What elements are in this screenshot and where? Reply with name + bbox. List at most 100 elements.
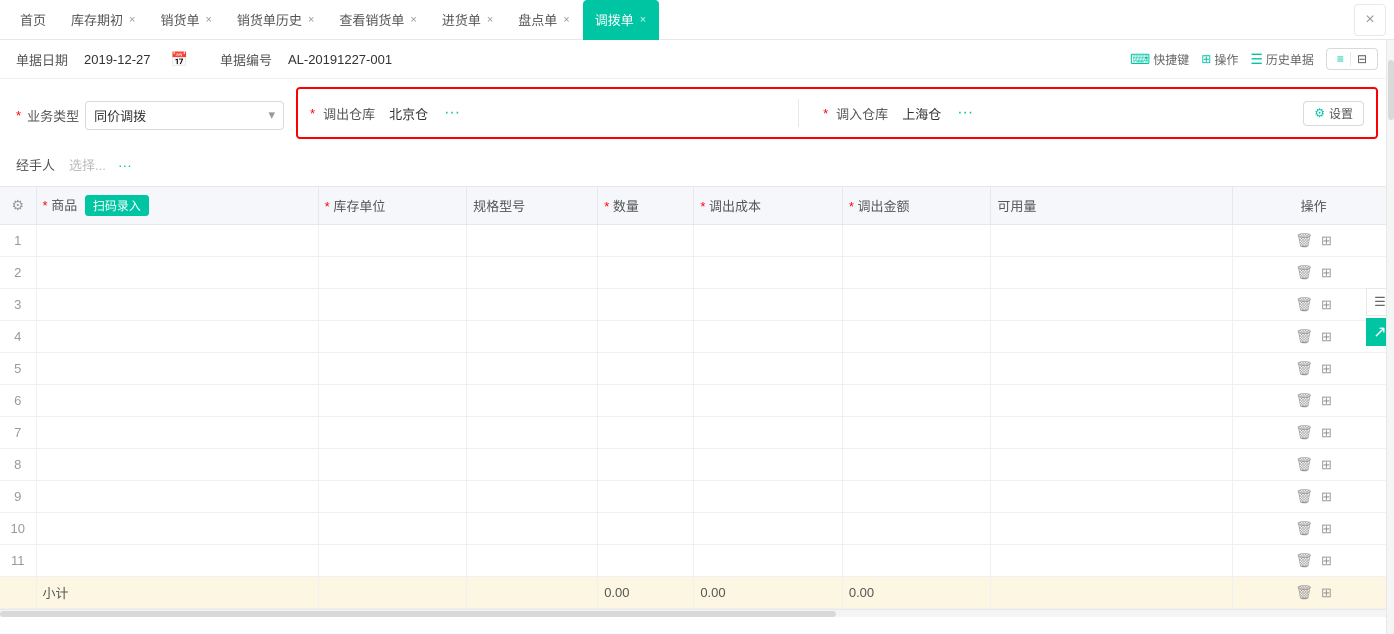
- copy-icon[interactable]: ⊞: [1321, 329, 1332, 345]
- vertical-scrollbar-thumb[interactable]: [1388, 60, 1394, 120]
- copy-icon[interactable]: ⊞: [1321, 457, 1332, 473]
- window-close-button[interactable]: ×: [1354, 4, 1386, 36]
- date-value: 2019-12-27: [84, 52, 151, 67]
- tab-sales-order[interactable]: 销货单 ×: [148, 0, 224, 40]
- subtotal-amount: 0.00: [842, 577, 991, 609]
- table-row: 3 🗑⊞: [0, 289, 1394, 321]
- row-2-cost[interactable]: [694, 257, 843, 289]
- tab-transfer-order-close[interactable]: ×: [640, 14, 646, 26]
- tab-inventory-init[interactable]: 库存期初 ×: [59, 0, 148, 40]
- tab-transfer-order[interactable]: 调拨单 ×: [583, 0, 659, 40]
- delete-icon[interactable]: 🗑: [1295, 296, 1313, 313]
- scan-button[interactable]: 扫码录入: [85, 195, 149, 216]
- tab-view-sales[interactable]: 查看销货单 ×: [327, 0, 429, 40]
- row-num-10: 10: [0, 513, 36, 545]
- row-1-product[interactable]: [36, 225, 318, 257]
- subtotal-row: 小计 0.00 0.00 0.00 🗑 ⊞: [0, 577, 1394, 609]
- subtotal-delete-icon[interactable]: 🗑: [1295, 584, 1313, 601]
- warehouse-settings-button[interactable]: ⚙ 设置: [1303, 101, 1364, 126]
- horizontal-scrollbar[interactable]: [0, 609, 1394, 617]
- row-2-action: 🗑 ⊞: [1233, 257, 1394, 289]
- tab-inventory-check[interactable]: 盘点单 ×: [506, 0, 582, 40]
- copy-icon[interactable]: ⊞: [1321, 521, 1332, 537]
- delete-icon[interactable]: 🗑: [1295, 552, 1313, 569]
- table-row: 5 🗑⊞: [0, 353, 1394, 385]
- table-row: 10 🗑 ⊞: [0, 513, 1394, 545]
- th-quantity: * 数量: [598, 187, 694, 225]
- table-row: 1 🗑 ⊞: [0, 225, 1394, 257]
- delete-icon[interactable]: 🗑: [1295, 392, 1313, 409]
- copy-icon[interactable]: ⊞: [1321, 361, 1332, 377]
- row-num-4: 4: [0, 321, 36, 353]
- copy-icon[interactable]: ⊞: [1321, 297, 1332, 313]
- history-button[interactable]: ☰ 历史单据: [1250, 51, 1314, 68]
- row-1-cost[interactable]: [694, 225, 843, 257]
- copy-icon[interactable]: ⊞: [1321, 393, 1332, 409]
- transfer-out-required: *: [310, 106, 315, 121]
- transfer-in-ellipsis[interactable]: ···: [957, 104, 973, 122]
- keyboard-icon: ⌨: [1130, 51, 1150, 68]
- th-action: 操作: [1233, 187, 1394, 225]
- delete-icon[interactable]: 🗑: [1295, 456, 1313, 473]
- tab-home[interactable]: 首页: [8, 0, 59, 40]
- operation-button[interactable]: ⊞ 操作: [1201, 51, 1238, 68]
- row-1-unit[interactable]: [318, 225, 467, 257]
- tab-purchase-order[interactable]: 进货单 ×: [430, 0, 506, 40]
- business-type-select[interactable]: 同价调拨 ▾: [85, 101, 284, 130]
- delete-icon[interactable]: 🗑: [1295, 424, 1313, 441]
- settings-icon: ≡: [1337, 52, 1344, 66]
- tab-home-label: 首页: [20, 10, 46, 29]
- subtotal-copy-icon[interactable]: ⊞: [1321, 585, 1332, 601]
- copy-icon[interactable]: ⊞: [1321, 233, 1332, 249]
- tab-inventory-check-close[interactable]: ×: [563, 14, 569, 26]
- delete-icon[interactable]: 🗑: [1295, 488, 1313, 505]
- number-value: AL-20191227-001: [288, 52, 392, 67]
- calendar-icon[interactable]: 📅: [171, 51, 188, 68]
- subtotal-quantity: 0.00: [598, 577, 694, 609]
- toolbar-right: ⌨ 快捷键 ⊞ 操作 ☰ 历史单据 ≡ ⊟: [1130, 48, 1378, 70]
- tab-sales-order-close[interactable]: ×: [205, 14, 211, 26]
- settings-button[interactable]: ≡ ⊟: [1326, 48, 1378, 70]
- delete-icon[interactable]: 🗑: [1295, 264, 1313, 281]
- cost-required: *: [700, 199, 705, 214]
- warehouse-gear-icon: ⚙: [1314, 106, 1325, 120]
- row-1-spec[interactable]: [467, 225, 598, 257]
- tab-purchase-order-close[interactable]: ×: [487, 14, 493, 26]
- copy-icon[interactable]: ⊞: [1321, 265, 1332, 281]
- delete-icon[interactable]: 🗑: [1295, 360, 1313, 377]
- transfer-out-ellipsis[interactable]: ···: [444, 104, 460, 122]
- row-1-quantity[interactable]: [598, 225, 694, 257]
- tab-inventory-init-close[interactable]: ×: [129, 14, 135, 26]
- row-2-amount[interactable]: [842, 257, 991, 289]
- row-2-quantity[interactable]: [598, 257, 694, 289]
- row-2-unit[interactable]: [318, 257, 467, 289]
- th-spec: 规格型号: [467, 187, 598, 225]
- th-gear: ⚙: [0, 187, 36, 225]
- table-gear-icon[interactable]: ⚙: [11, 197, 24, 213]
- tab-view-sales-close[interactable]: ×: [410, 14, 416, 26]
- delete-icon[interactable]: 🗑: [1295, 328, 1313, 345]
- vertical-scrollbar-track[interactable]: [1386, 40, 1394, 634]
- shortcut-button[interactable]: ⌨ 快捷键: [1130, 51, 1189, 68]
- row-num-6: 6: [0, 385, 36, 417]
- copy-icon[interactable]: ⊞: [1321, 425, 1332, 441]
- delete-icon[interactable]: 🗑: [1295, 232, 1313, 249]
- dropdown-arrow-icon: ▾: [268, 107, 275, 123]
- history-label: 历史单据: [1266, 51, 1314, 68]
- scrollbar-thumb[interactable]: [0, 611, 836, 617]
- table-row: 6 🗑 ⊞: [0, 385, 1394, 417]
- person-input[interactable]: 选择...: [69, 155, 106, 174]
- th-product: * 商品 扫码录入: [36, 187, 318, 225]
- tab-transfer-order-label: 调拨单: [595, 10, 634, 29]
- row-1-amount[interactable]: [842, 225, 991, 257]
- delete-icon[interactable]: 🗑: [1295, 520, 1313, 537]
- copy-icon[interactable]: ⊞: [1321, 553, 1332, 569]
- tab-sales-history-close[interactable]: ×: [308, 14, 314, 26]
- person-ellipsis[interactable]: ···: [118, 157, 132, 173]
- copy-icon[interactable]: ⊞: [1321, 489, 1332, 505]
- document-toolbar: 单据日期 2019-12-27 📅 单据编号 AL-20191227-001 ⌨…: [0, 40, 1394, 79]
- tab-sales-history[interactable]: 销货单历史 ×: [225, 0, 327, 40]
- row-2-product[interactable]: [36, 257, 318, 289]
- row-2-spec[interactable]: [467, 257, 598, 289]
- transfer-in-label: 调入仓库: [836, 104, 888, 123]
